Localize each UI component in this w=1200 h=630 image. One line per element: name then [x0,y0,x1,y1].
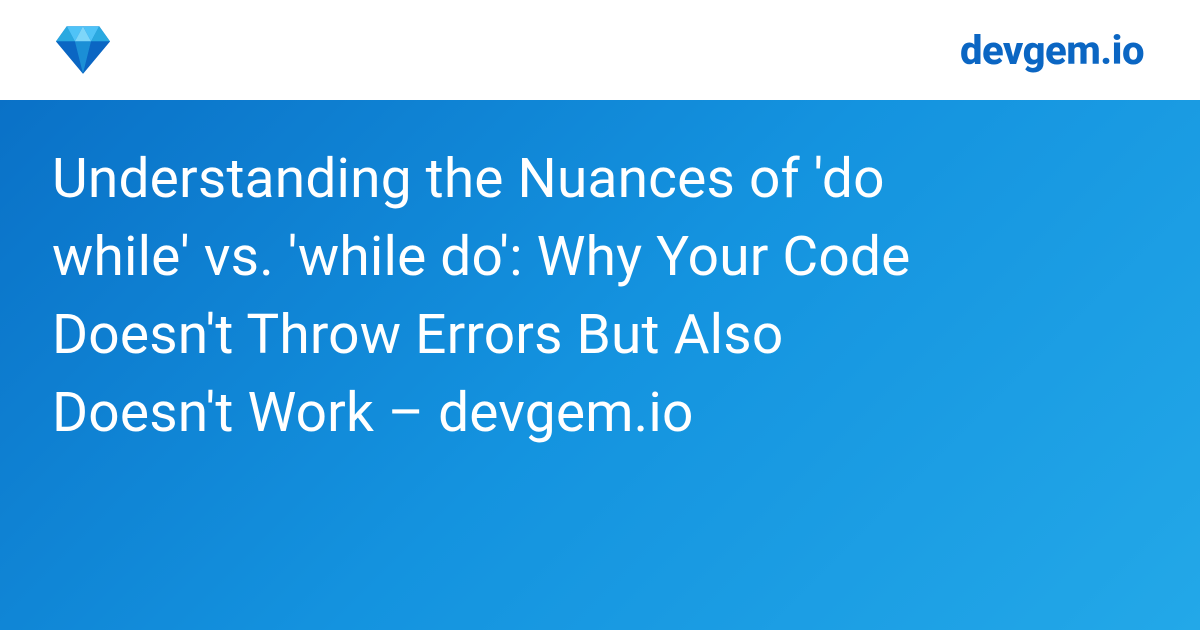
brand-name: devgem.io [960,27,1144,74]
article-title: Understanding the Nuances of 'do while' … [52,140,932,452]
hero-banner: Understanding the Nuances of 'do while' … [0,100,1200,630]
header: devgem.io [0,0,1200,100]
gem-icon [56,26,110,74]
